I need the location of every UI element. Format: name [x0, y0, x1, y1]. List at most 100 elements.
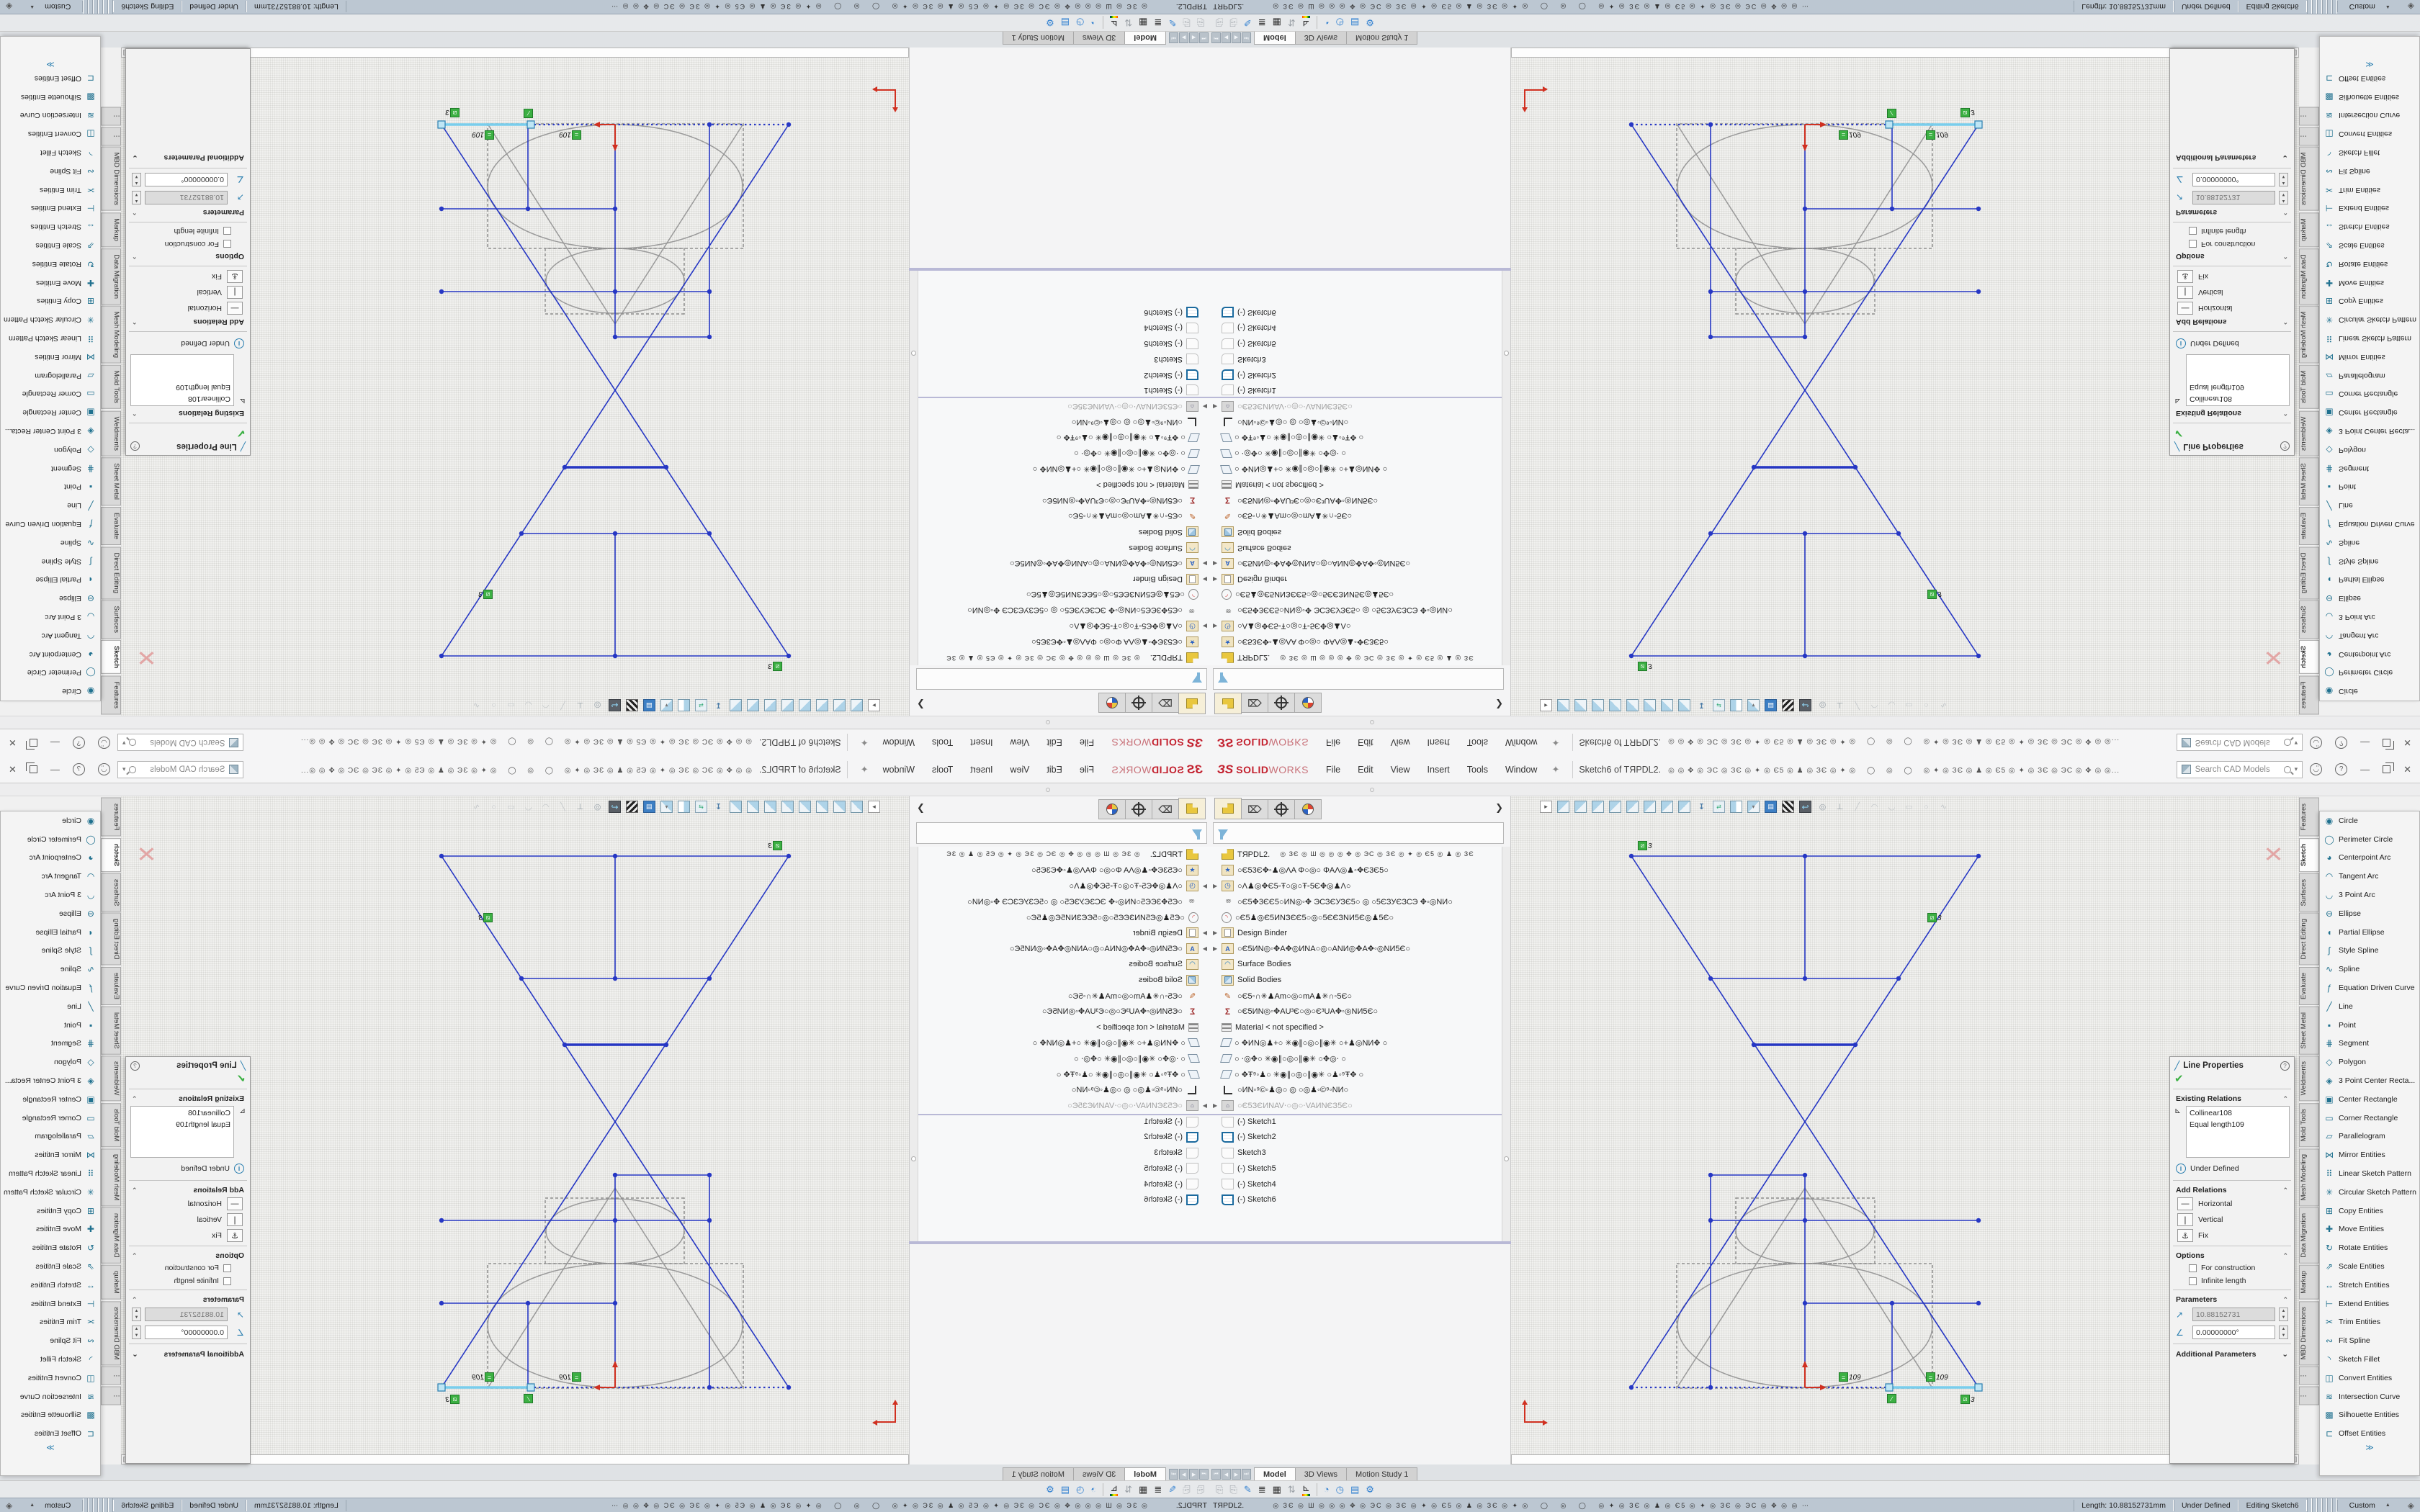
- user-account-icon[interactable]: ◡̈: [2310, 737, 2322, 749]
- tree-row[interactable]: ▶ ○Λ♟◎✥Є5◦Ŧ○◎○Ŧ◦5Є✥◎♟Λ○: [918, 618, 1210, 634]
- relation-item[interactable]: Equal length109: [2190, 1120, 2286, 1131]
- sketch-tool-item[interactable]: ✚ Move Entities: [1, 274, 100, 292]
- command-tab[interactable]: ⋮: [101, 127, 121, 145]
- relation-button-icon[interactable]: ❘: [227, 286, 243, 299]
- units-dropdown[interactable]: Custom ▲: [18, 1500, 83, 1511]
- sketch-tool-item[interactable]: ✳ Circular Sketch Pattern: [1, 1183, 100, 1202]
- tree-row[interactable]: ▶ (-) Sketch6: [918, 1192, 1210, 1208]
- units-dropdown[interactable]: Custom ▲: [2337, 1, 2402, 13]
- menu-item[interactable]: Edit: [1047, 765, 1062, 775]
- sketch-tool-item[interactable]: ∫ Style Spline: [1, 942, 100, 960]
- expand-arrow-icon[interactable]: ▶: [1198, 576, 1207, 582]
- scrollbar-knob[interactable]: [1504, 351, 1509, 356]
- tab-nav-button[interactable]: ⏭: [1169, 32, 1178, 43]
- restore-button[interactable]: [30, 765, 37, 773]
- sketch-tool-item[interactable]: ⠿ Linear Sketch Pattern: [1, 329, 100, 348]
- sketch-tool-item[interactable]: ∾ Fit Spline: [2320, 1331, 2419, 1350]
- command-tab[interactable]: Mold Tools: [2299, 365, 2319, 409]
- sketch-tool-item[interactable]: ⊏ Offset Entities: [2320, 69, 2419, 88]
- model-tab[interactable]: Motion Study 1: [1346, 32, 1417, 45]
- toolbar-handle[interactable]: [1370, 788, 1374, 792]
- bottom-toolbar-icon[interactable]: ⎘: [1183, 17, 1190, 29]
- panel-help-icon[interactable]: ?: [130, 1061, 140, 1071]
- add-relation-row[interactable]: — Horizontal: [126, 1196, 250, 1212]
- expand-arrow-icon[interactable]: ▶: [1198, 403, 1207, 410]
- spinner-stepper[interactable]: ▲▼: [132, 1308, 141, 1321]
- tree-row[interactable]: ▶ (-) Sketch5: [1210, 1161, 1502, 1176]
- panel-tab[interactable]: [1178, 693, 1206, 714]
- restore-button[interactable]: [30, 739, 37, 747]
- pin-icon[interactable]: ✦: [1551, 737, 1559, 749]
- tree-row[interactable]: ▶ (-) Sketch1: [918, 383, 1210, 399]
- command-tab[interactable]: Features: [101, 676, 121, 715]
- quick-access-toolbar[interactable]: ◎ ◎ ✥ ◎ ЭС ◎ ЗЄ ◎ ✦ ◎ Є5 ◎ ♟ ◎ ЗЄ ◎ ✦ ◎ …: [1668, 737, 2177, 748]
- sketch-tool-item[interactable]: ✳ Circular Sketch Pattern: [2320, 310, 2419, 329]
- command-tab[interactable]: Mesh Modeling: [101, 306, 121, 364]
- panel-tab[interactable]: [1214, 798, 1242, 819]
- tree-row[interactable]: ▶ ○Λ♟◎✥Є5◦Ŧ○◎○Ŧ◦5Є✥◎♟Λ○: [1210, 618, 1502, 634]
- command-tab[interactable]: Sheet Metal: [101, 458, 121, 506]
- tree-row[interactable]: ▶ TЯPDL2. ◎ ЗЄ ◎ Ш ◎ ◎ ◎ ✥ ◎ ЭС ◎ ЗЄ ◎ ✦…: [918, 649, 1210, 665]
- tree-row[interactable]: ▶ Material < not specified >: [918, 477, 1210, 492]
- command-tab[interactable]: Data Migration: [2299, 248, 2319, 305]
- more-tools-chevron-icon[interactable]: ≫: [2320, 58, 2419, 69]
- search-dropdown-icon[interactable]: ▾: [122, 765, 126, 773]
- search-box[interactable]: Search CAD Models ▾: [117, 734, 244, 752]
- sketch-tool-item[interactable]: ⠿ Linear Sketch Pattern: [1, 1164, 100, 1183]
- bottom-toolbar-icon[interactable]: ▤: [1061, 1484, 1070, 1495]
- tree-row[interactable]: ▶ ○Є5◦∩✳♟Am○◎○mA♟✳∩◦5Є○: [918, 988, 1210, 1004]
- tree-row[interactable]: ▶ (-) Sketch6: [1210, 305, 1502, 320]
- bottom-toolbar-icon[interactable]: ✎: [1168, 17, 1176, 29]
- more-tools-chevron-icon[interactable]: ≫: [2320, 1443, 2419, 1454]
- tree-row[interactable]: ▶ Design Binder: [918, 571, 1210, 587]
- model-tab[interactable]: Motion Study 1: [1346, 1467, 1417, 1480]
- help-icon[interactable]: ?: [2335, 737, 2347, 749]
- bottom-toolbar-icon[interactable]: ⚙: [1046, 17, 1054, 29]
- spinner-stepper[interactable]: ▲▼: [132, 173, 141, 186]
- sketch-tool-item[interactable]: ▭ Corner Rectangle: [2320, 1109, 2419, 1128]
- command-tab[interactable]: Sketch: [101, 838, 121, 872]
- sketch-tool-item[interactable]: ◠ Tangent Arc: [1, 867, 100, 886]
- sketch-tool-item[interactable]: ↻ Rotate Entities: [2320, 255, 2419, 274]
- command-tab[interactable]: Markup: [101, 212, 121, 247]
- relation-button-icon[interactable]: ⚓: [2177, 1229, 2193, 1242]
- command-tab[interactable]: Data Migration: [2299, 1207, 2319, 1264]
- tree-row[interactable]: ▶ Surface Bodies: [918, 540, 1210, 556]
- tab-nav-button[interactable]: ◀: [1189, 32, 1198, 43]
- collapse-icon[interactable]: ⌃: [2282, 1252, 2288, 1260]
- command-tab[interactable]: Weldments: [101, 410, 121, 456]
- command-tab[interactable]: MBD Dimensions: [2299, 1301, 2319, 1365]
- tree-row[interactable]: ▶ ○Є5ИN◎◦✥AU³Є○◎○Є³UA✥◦◎NИ5Є○: [1210, 1004, 1502, 1020]
- command-tab[interactable]: ⋮: [101, 107, 121, 126]
- command-tab[interactable]: Sketch: [2299, 838, 2319, 872]
- tree-row[interactable]: ▶ ○ ⋅◎✥○ ✳◉∥○◎○∥◉✳ ○✥◎⋅ ○: [918, 446, 1210, 462]
- help-icon[interactable]: ?: [2335, 763, 2347, 775]
- tree-filter-box[interactable]: [1213, 668, 1504, 690]
- checkbox[interactable]: [2189, 1277, 2197, 1285]
- option-row[interactable]: For construction: [2170, 238, 2294, 251]
- expand-arrow-icon[interactable]: ▶: [1198, 945, 1207, 952]
- tab-nav-button[interactable]: ▶: [1232, 1469, 1241, 1480]
- spinner-stepper[interactable]: ▲▼: [2279, 173, 2288, 186]
- sketch-tool-item[interactable]: ↔ Stretch Entities: [2320, 217, 2419, 236]
- bottom-toolbar-icon[interactable]: ⚙: [1366, 17, 1374, 29]
- model-tab[interactable]: 3D Views: [1073, 1467, 1125, 1480]
- command-tab[interactable]: Features: [2299, 798, 2319, 837]
- relation-button-icon[interactable]: —: [2177, 1197, 2193, 1210]
- toolbar-handle[interactable]: [1370, 720, 1374, 724]
- expand-arrow-icon[interactable]: ▶: [1198, 560, 1207, 567]
- command-tab[interactable]: Evaluate: [101, 967, 121, 1005]
- help-icon[interactable]: ?: [73, 737, 85, 749]
- sketch-tool-item[interactable]: ▩ Silhouette Entities: [1, 1406, 100, 1425]
- relation-badge[interactable]: =109: [1926, 1372, 1948, 1382]
- sketch-tool-item[interactable]: ✚ Move Entities: [1, 1220, 100, 1239]
- tree-scrollbar[interactable]: [1502, 847, 1510, 1241]
- sketch-tool-item[interactable]: ⊏ Offset Entities: [1, 69, 100, 88]
- search-icon[interactable]: [2284, 766, 2291, 773]
- parameter-input[interactable]: 0.00000000°: [2192, 1326, 2275, 1339]
- bottom-toolbar-icon[interactable]: ◷: [1076, 1484, 1084, 1495]
- add-relation-row[interactable]: — Horizontal: [2170, 1196, 2294, 1212]
- tree-row[interactable]: ▶ ○Є5♟◎Є5ИNЗЄЄ5○◎○5ЄЄЗNИ5Є◎♟5Є○: [1210, 587, 1502, 603]
- quick-access-toolbar[interactable]: ◎ ◎ ✥ ◎ ЭС ◎ ЗЄ ◎ ✦ ◎ Є5 ◎ ♟ ◎ ЗЄ ◎ ✦ ◎ …: [243, 737, 752, 748]
- toolbar-handle[interactable]: [1046, 788, 1050, 792]
